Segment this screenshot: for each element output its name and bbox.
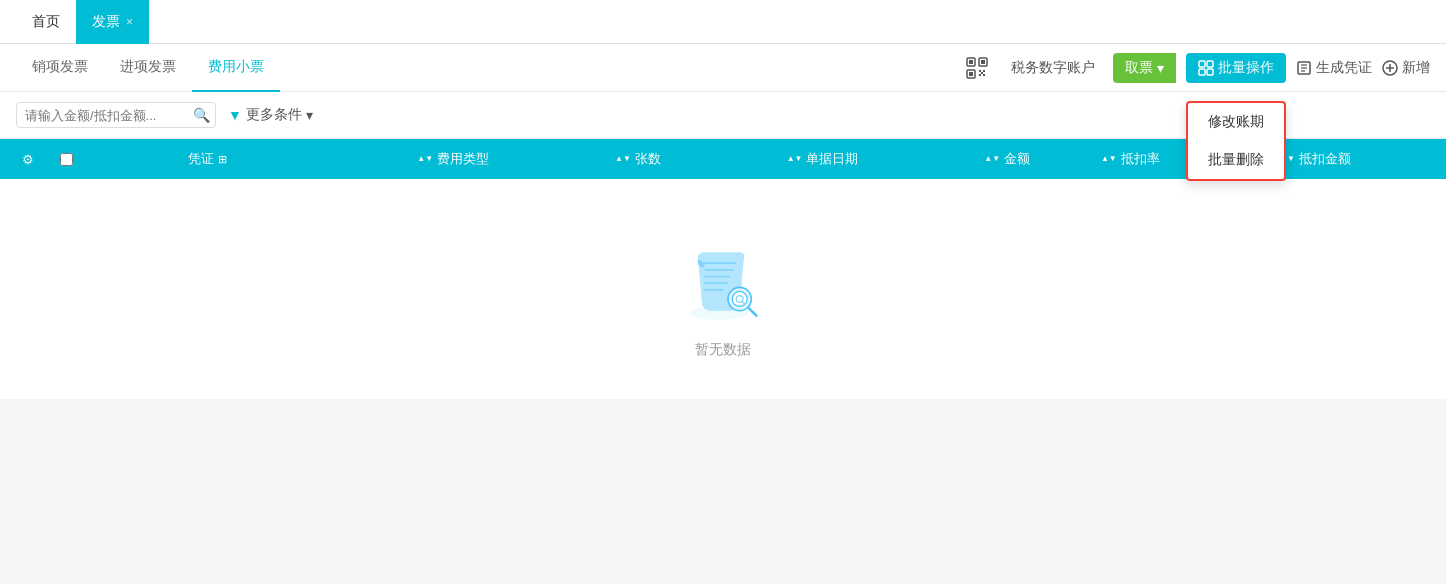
batch-op-wrap: 批量操作 修改账期 批量删除 xyxy=(1186,53,1286,83)
svg-rect-8 xyxy=(979,74,981,76)
expense-type-sort[interactable]: ▲▼ xyxy=(417,155,433,163)
th-deduct-rate: ▲▼ 抵扣率 xyxy=(1069,150,1192,168)
svg-rect-1 xyxy=(969,60,973,64)
svg-rect-3 xyxy=(981,60,985,64)
svg-rect-7 xyxy=(983,70,985,72)
amount-sort[interactable]: ▲▼ xyxy=(984,155,1000,163)
svg-rect-12 xyxy=(1207,61,1213,67)
svg-rect-6 xyxy=(979,70,981,72)
search-icon[interactable]: 🔍 xyxy=(193,107,210,123)
th-voucher: 凭证 ⊞ xyxy=(84,150,330,168)
tab-income[interactable]: 进项发票 xyxy=(104,44,192,92)
svg-rect-10 xyxy=(981,72,983,74)
svg-rect-11 xyxy=(1199,61,1205,67)
filter-icon: ▼ xyxy=(228,107,242,123)
date-sort[interactable]: ▲▼ xyxy=(787,155,803,163)
th-date: ▲▼ 单据日期 xyxy=(699,150,945,168)
home-tab[interactable]: 首页 xyxy=(16,13,76,31)
voucher-icon xyxy=(1296,60,1312,76)
take-ticket-button[interactable]: 取票 ▾ xyxy=(1113,53,1176,83)
tab-expense[interactable]: 费用小票 xyxy=(192,44,280,92)
add-button[interactable]: 新增 xyxy=(1382,59,1430,77)
select-all-checkbox[interactable] xyxy=(60,153,73,166)
tax-account-button[interactable]: 税务数字账户 xyxy=(1003,59,1103,77)
modify-period-item[interactable]: 修改账期 xyxy=(1188,103,1284,141)
th-expense-type: ▲▼ 费用类型 xyxy=(330,150,576,168)
batch-delete-item[interactable]: 批量删除 xyxy=(1188,141,1284,179)
batch-dropdown-menu: 修改账期 批量删除 xyxy=(1186,101,1286,181)
svg-rect-13 xyxy=(1199,69,1205,75)
batch-icon xyxy=(1198,60,1214,76)
top-nav: 首页 发票 × xyxy=(0,0,1446,44)
add-icon xyxy=(1382,60,1398,76)
generate-voucher-button[interactable]: 生成凭证 xyxy=(1296,59,1372,77)
search-input[interactable] xyxy=(25,108,193,123)
search-wrap: 🔍 xyxy=(16,102,216,128)
th-gear[interactable]: ⚙ xyxy=(8,152,48,167)
voucher-filter-icon[interactable]: ⊞ xyxy=(218,153,227,166)
empty-illustration xyxy=(673,239,773,329)
toolbar-right: 税务数字账户 取票 ▾ 批量操作 修改账期 批量删除 xyxy=(961,52,1430,84)
th-checkbox[interactable] xyxy=(48,153,84,166)
count-sort[interactable]: ▲▼ xyxy=(615,155,631,163)
svg-rect-9 xyxy=(983,74,985,76)
take-ticket-group: 取票 ▾ xyxy=(1113,53,1176,83)
empty-state: 暂无数据 xyxy=(0,179,1446,399)
deduct-rate-sort[interactable]: ▲▼ xyxy=(1101,155,1117,163)
invoice-tab[interactable]: 发票 × xyxy=(76,0,149,44)
batch-op-button[interactable]: 批量操作 xyxy=(1186,53,1286,83)
svg-rect-14 xyxy=(1207,69,1213,75)
empty-label: 暂无数据 xyxy=(695,341,751,359)
invoice-tab-close[interactable]: × xyxy=(126,15,133,29)
th-count: ▲▼ 张数 xyxy=(576,150,699,168)
qr-button[interactable] xyxy=(961,52,993,84)
tab-sales[interactable]: 销项发票 xyxy=(16,44,104,92)
toolbar: 销项发票 进项发票 费用小票 税务数字账户 xyxy=(0,44,1446,92)
invoice-tab-label: 发票 xyxy=(92,13,120,31)
more-conditions-button[interactable]: ▼ 更多条件 ▾ xyxy=(228,106,313,124)
svg-line-25 xyxy=(749,308,757,316)
svg-rect-5 xyxy=(969,72,973,76)
th-amount: ▲▼ 金额 xyxy=(946,150,1069,168)
